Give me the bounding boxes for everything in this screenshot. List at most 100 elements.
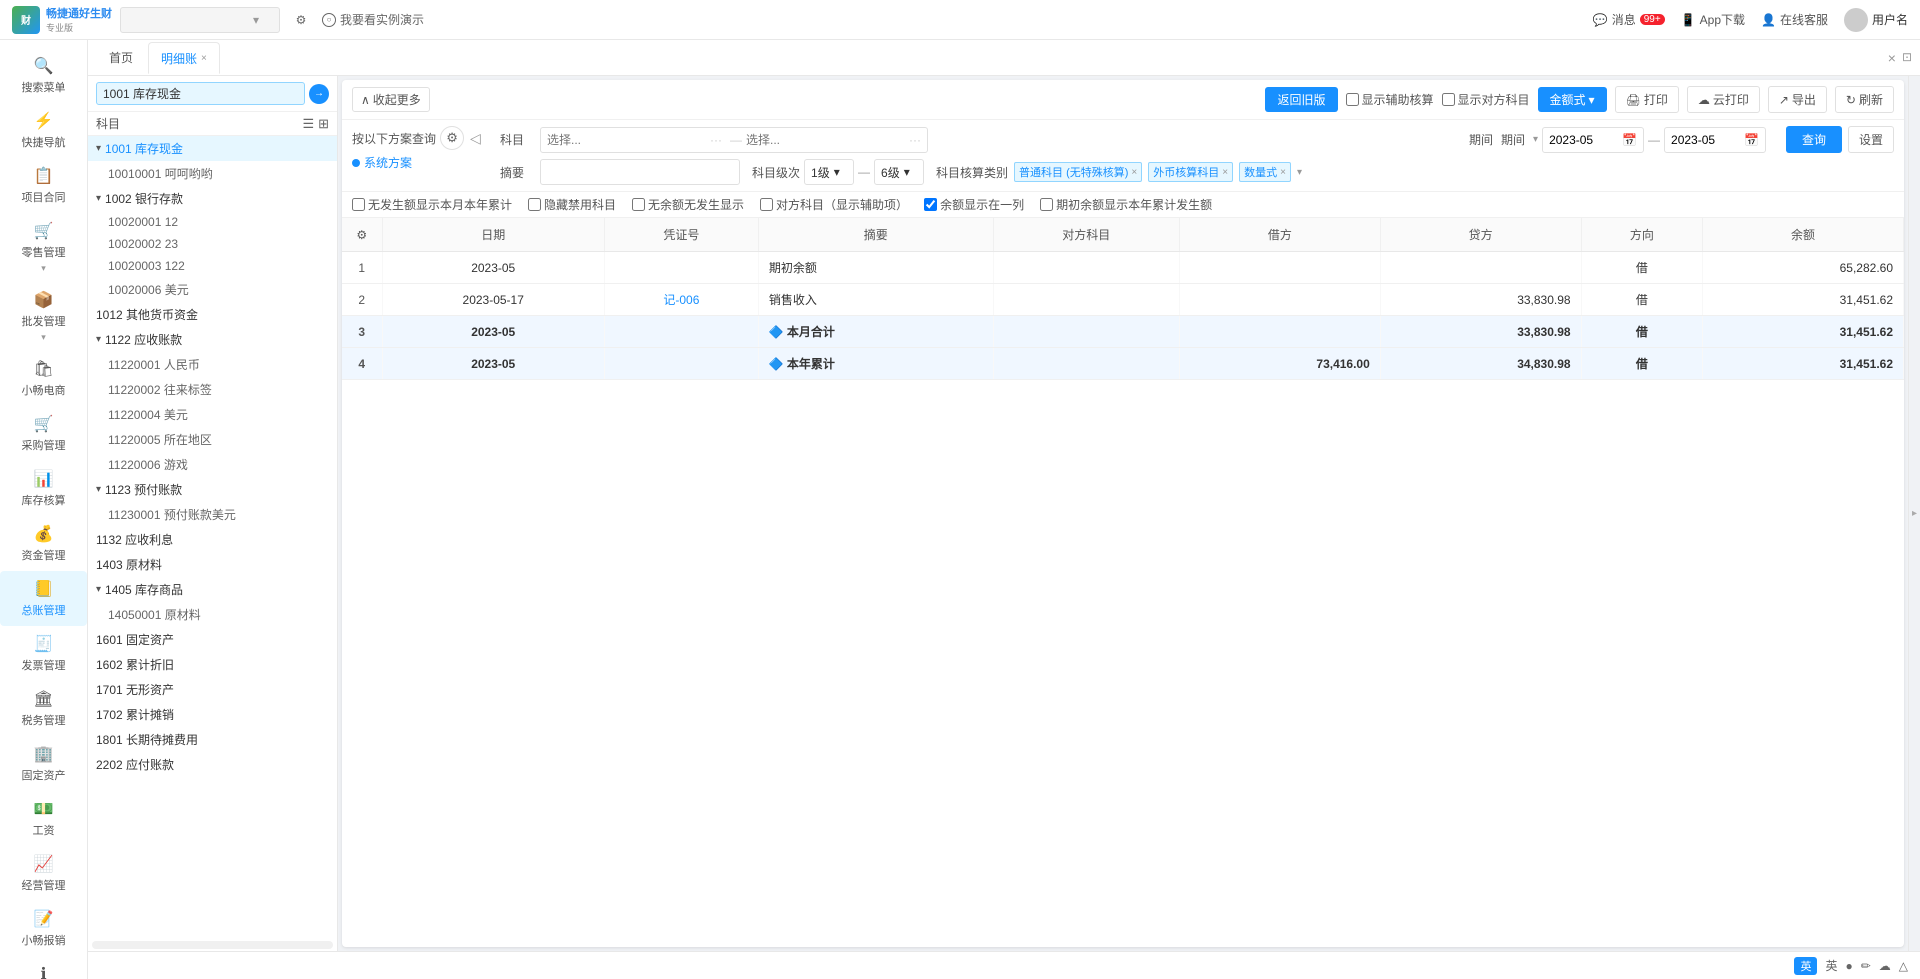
date-from-input[interactable]: 📅 (1542, 127, 1644, 153)
opt-no-balance-show-input[interactable] (632, 198, 645, 211)
bottom-icon-2[interactable]: ✏ (1861, 959, 1871, 973)
amount-style-btn[interactable]: 金额式 ▾ (1538, 87, 1607, 112)
h-scrollbar[interactable] (92, 941, 333, 949)
tree-item-10020006[interactable]: 10020006 美元 (88, 277, 337, 302)
expand-more-btn[interactable]: ∧ 收起更多 (352, 87, 430, 112)
system-scheme-btn[interactable]: 系统方案 (352, 154, 492, 171)
tree-item-1702[interactable]: 1702 累计摊销 (88, 702, 337, 727)
tree-item-2202[interactable]: 2202 应付账款 (88, 752, 337, 777)
opt-balance-one-col-input[interactable] (924, 198, 937, 211)
sidebar-item-salary[interactable]: 💵 工资 (0, 791, 87, 846)
tab-home[interactable]: 首页 (96, 42, 146, 74)
tree-filter-icon[interactable]: ⊞ (318, 116, 329, 132)
tree-item-1405[interactable]: ▾ 1405 库存商品 (88, 577, 337, 602)
opt-no-balance-show[interactable]: 无余额无发生显示 (632, 196, 744, 213)
tree-item-11220005[interactable]: 11220005 所在地区 (88, 427, 337, 452)
cell-voucher[interactable]: 记-006 (604, 284, 758, 316)
opt-balance-one-col[interactable]: 余额显示在一列 (924, 196, 1024, 213)
sidebar-item-ledger[interactable]: 📒 总账管理 (0, 571, 87, 626)
tree-item-10020003[interactable]: 10020003 122 (88, 255, 337, 277)
scheme-collapse-icon[interactable]: ◁ (470, 130, 481, 147)
level-to-select[interactable]: 6级 ▾ (874, 159, 924, 185)
settings-icon-btn[interactable]: ⚙ (288, 7, 314, 33)
query-btn[interactable]: 查询 (1786, 126, 1842, 153)
tree-item-11220002[interactable]: 11220002 往来标签 (88, 377, 337, 402)
tree-item-1701[interactable]: 1701 无形资产 (88, 677, 337, 702)
sidebar-item-assets[interactable]: 🏢 固定资产 (0, 736, 87, 791)
sidebar-item-retail[interactable]: 🛒 零售管理 ▾ (0, 213, 87, 282)
tab-close-all-icon[interactable]: × (1888, 50, 1896, 66)
bottom-icon-upload[interactable]: △ (1899, 959, 1908, 973)
tree-item-1002[interactable]: ▾ 1002 银行存款 (88, 186, 337, 211)
lang-btn[interactable]: 英 (1794, 957, 1817, 975)
bottom-icon-cloud[interactable]: ☁ (1879, 959, 1891, 973)
sidebar-item-tax[interactable]: 🏛 税务管理 (0, 681, 87, 736)
col-settings[interactable]: ⚙ (342, 218, 382, 252)
tag-normal[interactable]: 普通科目 (无特殊核算) × (1014, 162, 1142, 182)
tree-item-11220004[interactable]: 11220004 美元 (88, 402, 337, 427)
refresh-btn[interactable]: ↻ 刷新 (1835, 86, 1894, 113)
print-btn[interactable]: 🖨 打印 (1615, 86, 1679, 113)
tree-item-10020001[interactable]: 10020001 12 (88, 211, 337, 233)
export-btn[interactable]: ↗ 导出 (1768, 86, 1827, 113)
tag-quantity-close[interactable]: × (1280, 167, 1286, 178)
settings-btn[interactable]: 设置 (1848, 126, 1894, 153)
sidebar-item-basic[interactable]: ℹ 基础信息 (0, 956, 87, 979)
message-btn[interactable]: 💬 消息 99+ (1593, 11, 1665, 28)
account-input-field-2[interactable] (746, 133, 901, 147)
tree-item-1012[interactable]: 1012 其他货币资金 (88, 302, 337, 327)
tree-item-1601[interactable]: 1601 固定资产 (88, 627, 337, 652)
search-bar[interactable]: ▾ (120, 7, 280, 33)
tree-item-1001[interactable]: ▾ 1001 库存现金 (88, 136, 337, 161)
sidebar-item-expense[interactable]: 📝 小畅报销 (0, 901, 87, 956)
account-type-dropdown[interactable]: ▾ (1297, 167, 1302, 178)
sidebar-item-inventory[interactable]: 📊 库存核算 (0, 461, 87, 516)
date-from-field[interactable] (1549, 133, 1619, 147)
right-collapse-panel[interactable]: ▸ (1908, 76, 1920, 951)
sidebar-item-invoice[interactable]: 🧾 发票管理 (0, 626, 87, 681)
bottom-icon-english[interactable]: 英 (1825, 957, 1837, 974)
opt-opening-balance[interactable]: 期初余额显示本年累计发生额 (1040, 196, 1212, 213)
tree-item-10010001[interactable]: 10010001 呵呵哟哟 (88, 161, 337, 186)
summary-filter-input[interactable] (540, 159, 740, 185)
sidebar-item-search[interactable]: 🔍 搜索菜单 (0, 48, 87, 103)
tree-item-1132[interactable]: 1132 应收利息 (88, 527, 337, 552)
tree-item-11220006[interactable]: 11220006 游戏 (88, 452, 337, 477)
level-from-select[interactable]: 1级 ▾ (804, 159, 854, 185)
date-to-field[interactable] (1671, 133, 1741, 147)
tab-restore-icon[interactable]: ⊡ (1902, 50, 1912, 66)
date-to-input[interactable]: 📅 (1664, 127, 1766, 153)
navigate-arrow-btn[interactable]: → (309, 84, 329, 104)
sidebar-item-ecommerce[interactable]: 🛍 小畅电商 (0, 351, 87, 406)
tree-item-11230001[interactable]: 11230001 预付账款美元 (88, 502, 337, 527)
show-opposite-input[interactable] (1442, 93, 1455, 106)
tree-item-10020002[interactable]: 10020002 23 (88, 233, 337, 255)
period-dropdown[interactable]: ▾ (1533, 134, 1538, 145)
sidebar-item-purchase[interactable]: 🛒 采购管理 (0, 406, 87, 461)
opt-no-balance-input[interactable] (352, 198, 365, 211)
tag-normal-close[interactable]: × (1131, 167, 1137, 178)
tag-foreign[interactable]: 外币核算科目 × (1148, 162, 1233, 182)
demo-link[interactable]: ○ 我要看实例演示 (322, 11, 424, 28)
opt-hide-disabled-input[interactable] (528, 198, 541, 211)
scheme-settings-btn[interactable]: ⚙ (440, 126, 464, 150)
opt-opposite-show-input[interactable] (760, 198, 773, 211)
tag-quantity[interactable]: 数量式 × (1239, 162, 1291, 182)
opt-opening-balance-input[interactable] (1040, 198, 1053, 211)
sidebar-item-fund[interactable]: 💰 资金管理 (0, 516, 87, 571)
tree-item-1801[interactable]: 1801 长期待摊费用 (88, 727, 337, 752)
search-dropdown-arrow[interactable]: ▾ (253, 13, 259, 27)
user-area[interactable]: 用户名 (1844, 8, 1908, 32)
tree-item-11220001[interactable]: 11220001 人民币 (88, 352, 337, 377)
tab-close-icon[interactable]: × (201, 53, 207, 64)
opt-hide-disabled[interactable]: 隐藏禁用科目 (528, 196, 616, 213)
tree-list-icon[interactable]: ☰ (302, 116, 314, 132)
show-opposite-checkbox[interactable]: 显示对方科目 (1442, 91, 1530, 108)
tree-item-1403[interactable]: 1403 原材料 (88, 552, 337, 577)
account-filter-input[interactable]: ··· — ··· (540, 127, 928, 153)
bottom-icon-1[interactable]: ● (1845, 959, 1852, 973)
show-assist-checkbox[interactable]: 显示辅助核算 (1346, 91, 1434, 108)
tab-detail[interactable]: 明细账 × (148, 42, 220, 74)
sidebar-item-nav[interactable]: ⚡ 快捷导航 (0, 103, 87, 158)
opt-no-balance[interactable]: 无发生额显示本月本年累计 (352, 196, 512, 213)
